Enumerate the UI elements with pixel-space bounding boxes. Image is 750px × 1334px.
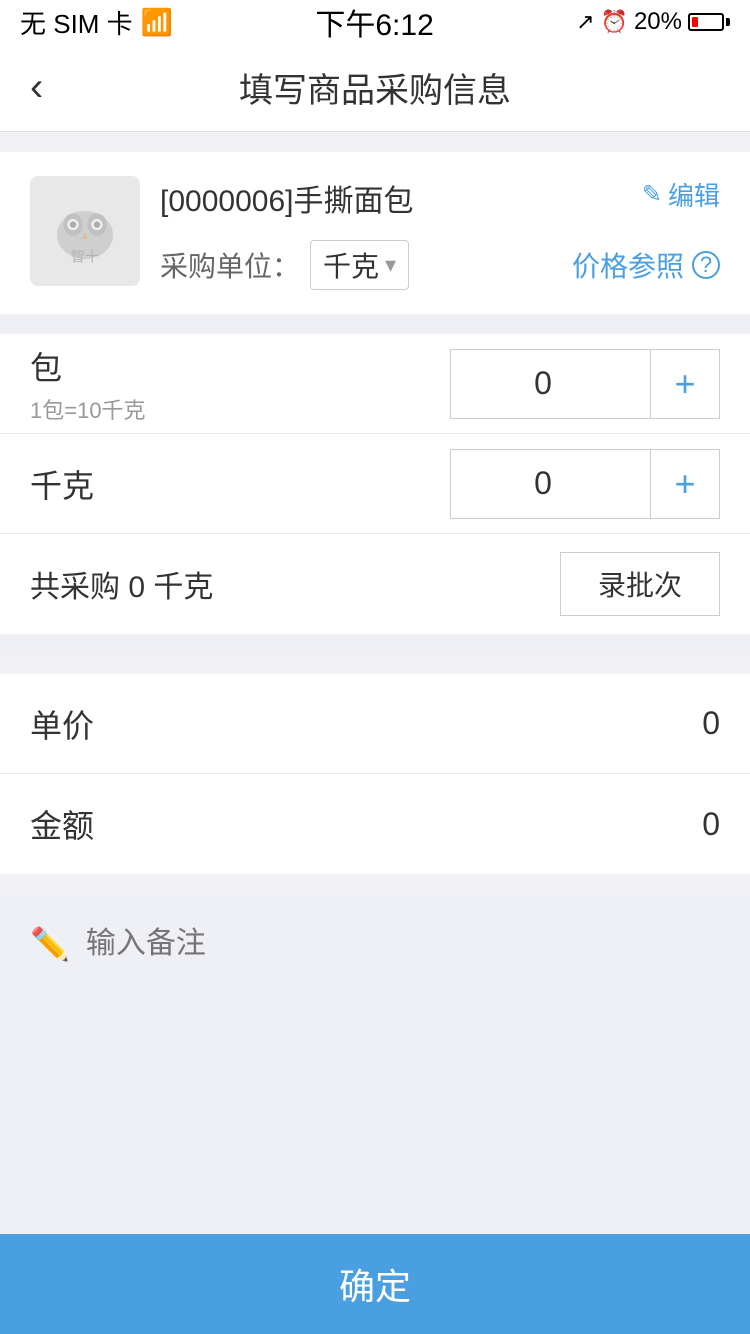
package-row: 包 1包=10千克 + [0, 334, 750, 434]
section-divider-2 [0, 634, 750, 654]
package-label-sub: 1包=10千克 [30, 393, 146, 425]
wifi-icon: 📶 [141, 7, 173, 38]
unit-price-value: 0 [702, 705, 720, 742]
product-unit-row: 采购单位： 千克 ▾ 价格参照 ? [160, 240, 720, 290]
location-icon: ↗ [576, 9, 594, 35]
package-label-main: 包 [30, 343, 146, 389]
batch-button[interactable]: 录批次 [560, 552, 720, 616]
product-name: [0000006]手撕面包 [160, 176, 413, 220]
status-time: 下午6:12 [315, 0, 433, 44]
product-thumbnail-icon: 智十 [45, 191, 125, 271]
price-section: 单价 0 金额 0 [0, 674, 750, 874]
content-filler [0, 994, 750, 1254]
package-plus-button[interactable]: + [650, 349, 720, 419]
nav-bar: ‹ 填写商品采购信息 [0, 44, 750, 132]
package-label: 包 1包=10千克 [30, 343, 146, 425]
status-right: ↗ ⏰ 20% [576, 8, 730, 36]
status-bar: 无 SIM 卡 📶 下午6:12 ↗ ⏰ 20% [0, 0, 750, 44]
edit-button[interactable]: ✎ 编辑 [642, 176, 720, 213]
unit-price-row: 单价 0 [0, 674, 750, 774]
price-ref-label: 价格参照 [572, 245, 684, 285]
unit-select[interactable]: 千克 ▾ [310, 240, 409, 290]
package-input-group: + [450, 349, 720, 419]
kg-label-main: 千克 [30, 461, 94, 507]
kg-label: 千克 [30, 461, 94, 507]
svg-text:智十: 智十 [71, 248, 100, 265]
confirm-button[interactable]: 确定 [0, 1234, 750, 1334]
kg-input[interactable] [450, 449, 650, 519]
price-ref-button[interactable]: 价格参照 ? [572, 245, 720, 285]
remark-section: ✏️ [0, 894, 750, 994]
amount-label: 金额 [30, 801, 94, 847]
summary-row: 共采购 0 千克 录批次 [0, 534, 750, 634]
total-label: 共采购 0 千克 [30, 562, 213, 606]
help-icon: ? [692, 251, 720, 279]
edit-icon: ✎ [642, 180, 662, 209]
pencil-icon: ✏️ [30, 925, 70, 963]
remark-input[interactable] [86, 927, 720, 961]
kg-input-group: + [450, 449, 720, 519]
form-section: 包 1包=10千克 + 千克 + 共采购 0 千克 录批次 [0, 334, 750, 634]
unit-label: 采购单位： [160, 245, 300, 285]
alarm-icon: ⏰ [601, 9, 628, 35]
product-card: 智十 [0000006]手撕面包 ✎ 编辑 采购单位： 千克 ▾ 价格参照 ? [0, 152, 750, 314]
unit-price-label: 单价 [30, 701, 94, 747]
battery-percent: 20% [634, 8, 682, 36]
product-info: [0000006]手撕面包 ✎ 编辑 采购单位： 千克 ▾ 价格参照 ? [160, 176, 720, 290]
kg-row: 千克 + [0, 434, 750, 534]
product-image: 智十 [30, 176, 140, 286]
section-divider-1 [0, 314, 750, 334]
amount-value: 0 [702, 806, 720, 843]
carrier-text: 无 SIM 卡 [20, 4, 133, 41]
unit-select-text: 千克 [323, 245, 379, 285]
edit-label: 编辑 [668, 176, 720, 213]
batch-button-label: 录批次 [598, 564, 682, 604]
back-button[interactable]: ‹ [30, 65, 43, 110]
status-carrier: 无 SIM 卡 📶 [20, 4, 173, 41]
page-title: 填写商品采购信息 [239, 63, 511, 112]
package-input[interactable] [450, 349, 650, 419]
product-header: [0000006]手撕面包 ✎ 编辑 [160, 176, 720, 220]
battery-icon [688, 13, 730, 31]
confirm-button-label: 确定 [339, 1258, 411, 1310]
kg-plus-button[interactable]: + [650, 449, 720, 519]
amount-row: 金额 0 [0, 774, 750, 874]
chevron-down-icon: ▾ [385, 252, 396, 278]
